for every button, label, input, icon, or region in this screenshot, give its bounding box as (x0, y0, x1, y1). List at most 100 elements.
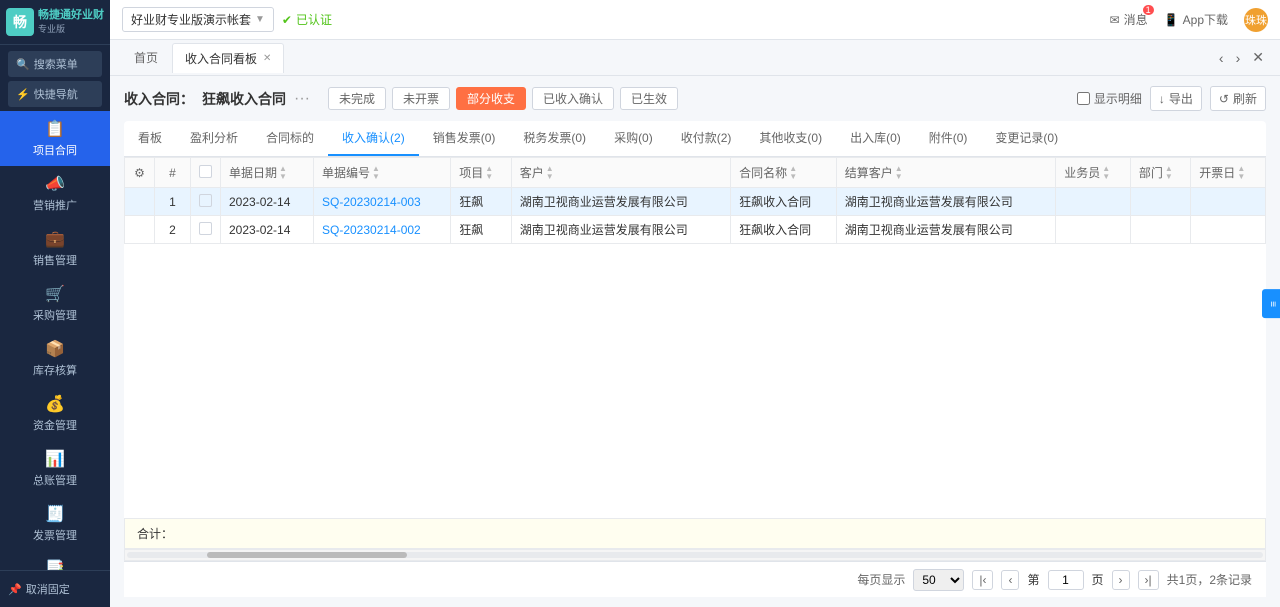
pagination: 每页显示 50 100 200 |‹ ‹ 第 页 › ›| 共1页，2条记录 (124, 561, 1266, 597)
code-link[interactable]: SQ-20230214-002 (322, 223, 421, 237)
col-date[interactable]: 单据日期 ▲▼ (221, 158, 314, 188)
sub-tab-payment[interactable]: 收付款(2) (667, 121, 746, 156)
sidebar-item-label: 库存核算 (33, 362, 77, 378)
sort-icon: ▲▼ (895, 165, 903, 181)
col-end-customer[interactable]: 结算客户 ▲▼ (836, 158, 1055, 188)
status-tag-uninvoiced[interactable]: 未开票 (392, 87, 450, 110)
sub-tab-profit[interactable]: 盈利分析 (176, 121, 252, 156)
code-link[interactable]: SQ-20230214-003 (322, 195, 421, 209)
col-customer[interactable]: 客户 ▲▼ (511, 158, 730, 188)
first-page-button[interactable]: |‹ (972, 570, 993, 590)
export-button[interactable]: ↓ 导出 (1150, 86, 1202, 111)
table-row[interactable]: 2 2023-02-14 SQ-20230214-002 狂飙 湖南卫视商业运营… (125, 216, 1266, 244)
sidebar-item-sales[interactable]: 💼 销售管理 (0, 221, 110, 276)
prev-page-button[interactable]: ‹ (1001, 570, 1019, 590)
app-sub: 专业版 (38, 22, 104, 35)
col-project[interactable]: 项目 ▲▼ (451, 158, 511, 188)
sub-tab-tax-invoice[interactable]: 税务发票(0) (509, 121, 600, 156)
horizontal-scrollbar[interactable] (124, 549, 1266, 561)
tab-close-all-button[interactable]: ✕ (1248, 47, 1268, 68)
sidebar: 畅 畅捷通好业财 专业版 🔍 搜索菜单 ⚡ 快捷导航 📋 项目合同 📣 营销推广… (0, 0, 110, 607)
tab-close-icon[interactable]: ✕ (263, 53, 271, 64)
data-table: ⚙ # 单据日期 ▲▼ (124, 157, 1266, 244)
sidebar-item-invoices[interactable]: 🧾 发票管理 (0, 496, 110, 551)
table-row[interactable]: 1 2023-02-14 SQ-20230214-003 狂飙 湖南卫视商业运营… (125, 188, 1266, 216)
tab-contract-board[interactable]: 收入合同看板 ✕ (172, 43, 284, 73)
sub-tab-purchase[interactable]: 采购(0) (600, 121, 667, 156)
tax-icon: 📑 (45, 559, 65, 570)
status-tag-incomplete[interactable]: 未完成 (328, 87, 386, 110)
last-page-button[interactable]: ›| (1138, 570, 1159, 590)
scrollbar-track[interactable] (127, 552, 1263, 558)
next-page-button[interactable]: › (1112, 570, 1130, 590)
cell-customer: 湖南卫视商业运营发展有限公司 (511, 188, 730, 216)
quick-nav-button[interactable]: ⚡ 快捷导航 (8, 81, 102, 107)
cell-date: 2023-02-14 (221, 216, 314, 244)
sub-tab-board[interactable]: 看板 (124, 121, 176, 156)
right-expand-button[interactable]: ≡ (1262, 289, 1280, 319)
app-download-button[interactable]: 📱 App下载 (1164, 11, 1228, 28)
more-options-icon[interactable]: ··· (294, 90, 310, 108)
sub-tab-warehouse[interactable]: 出入库(0) (836, 121, 915, 156)
col-open-date[interactable]: 开票日 ▲▼ (1191, 158, 1266, 188)
user-avatar[interactable]: 珠珠 (1244, 8, 1268, 32)
sort-icon: ▲▼ (1165, 165, 1173, 181)
status-tag-effective[interactable]: 已生效 (620, 87, 678, 110)
sub-tab-attachment[interactable]: 附件(0) (915, 121, 982, 156)
search-menu-button[interactable]: 🔍 搜索菜单 (8, 51, 102, 77)
show-detail-input[interactable] (1077, 92, 1090, 105)
col-settings[interactable]: ⚙ (125, 158, 155, 188)
col-code[interactable]: 单据编号 ▲▼ (313, 158, 450, 188)
sidebar-item-contracts[interactable]: 📋 项目合同 (0, 111, 110, 166)
scrollbar-thumb[interactable] (207, 552, 407, 558)
per-page-select[interactable]: 50 100 200 (913, 569, 964, 591)
cell-gear (125, 216, 155, 244)
sidebar-item-funds[interactable]: 💰 资金管理 (0, 386, 110, 441)
col-check-all[interactable] (191, 158, 221, 188)
page-title: 收入合同： (124, 89, 194, 109)
sidebar-item-accounts[interactable]: 📊 总账管理 (0, 441, 110, 496)
status-tag-confirmed[interactable]: 已收入确认 (532, 87, 614, 110)
table-wrap[interactable]: ⚙ # 单据日期 ▲▼ (124, 157, 1266, 518)
verified-badge: ✔ 已认证 (282, 11, 332, 28)
sidebar-item-inventory[interactable]: 📦 库存核算 (0, 331, 110, 386)
sub-tab-change-log[interactable]: 变更记录(0) (981, 121, 1072, 156)
company-selector[interactable]: 好业财专业版演示帐套 ▼ (122, 7, 274, 32)
pagination-info: 共1页，2条记录 (1167, 571, 1252, 588)
check-circle-icon: ✔ (282, 13, 292, 27)
tab-home[interactable]: 首页 (122, 43, 170, 72)
sort-icon: ▲▼ (789, 165, 797, 181)
sales-icon: 💼 (45, 229, 65, 249)
check-all-checkbox[interactable] (199, 165, 212, 178)
sub-tab-sales-invoice[interactable]: 销售发票(0) (419, 121, 510, 156)
sidebar-item-tax[interactable]: 📑 税务管理 (0, 551, 110, 570)
tab-next-button[interactable]: › (1232, 47, 1245, 68)
col-contract[interactable]: 合同名称 ▲▼ (731, 158, 837, 188)
marketing-icon: 📣 (45, 174, 65, 194)
show-detail-checkbox[interactable]: 显示明细 (1077, 90, 1142, 107)
cell-check[interactable] (191, 216, 221, 244)
tab-prev-button[interactable]: ‹ (1215, 47, 1228, 68)
cell-open-date (1191, 188, 1266, 216)
sub-tab-other[interactable]: 其他收支(0) (745, 121, 836, 156)
page-input[interactable] (1048, 570, 1084, 590)
sub-tab-income-confirm[interactable]: 收入确认(2) (328, 121, 419, 156)
sidebar-bottom-item[interactable]: 📌 取消固定 (8, 577, 102, 601)
cell-check[interactable] (191, 188, 221, 216)
cell-num: 2 (155, 216, 191, 244)
refresh-button[interactable]: ↺ 刷新 (1210, 86, 1266, 111)
message-button[interactable]: ✉ 1 消息 (1110, 11, 1148, 28)
tabbar-nav: ‹ › ✕ (1215, 47, 1268, 68)
col-dept[interactable]: 部门 ▲▼ (1130, 158, 1190, 188)
cell-salesperson (1056, 188, 1131, 216)
status-tag-partial[interactable]: 部分收支 (456, 87, 526, 110)
cell-code[interactable]: SQ-20230214-003 (313, 188, 450, 216)
cell-dept (1130, 216, 1190, 244)
col-salesperson[interactable]: 业务员 ▲▼ (1056, 158, 1131, 188)
sidebar-item-marketing[interactable]: 📣 营销推广 (0, 166, 110, 221)
sub-tab-subject[interactable]: 合同标的 (252, 121, 328, 156)
sidebar-item-purchase[interactable]: 🛒 采购管理 (0, 276, 110, 331)
cell-code[interactable]: SQ-20230214-002 (313, 216, 450, 244)
lightning-icon: ⚡ (16, 88, 30, 101)
sidebar-item-label: 销售管理 (33, 252, 77, 268)
